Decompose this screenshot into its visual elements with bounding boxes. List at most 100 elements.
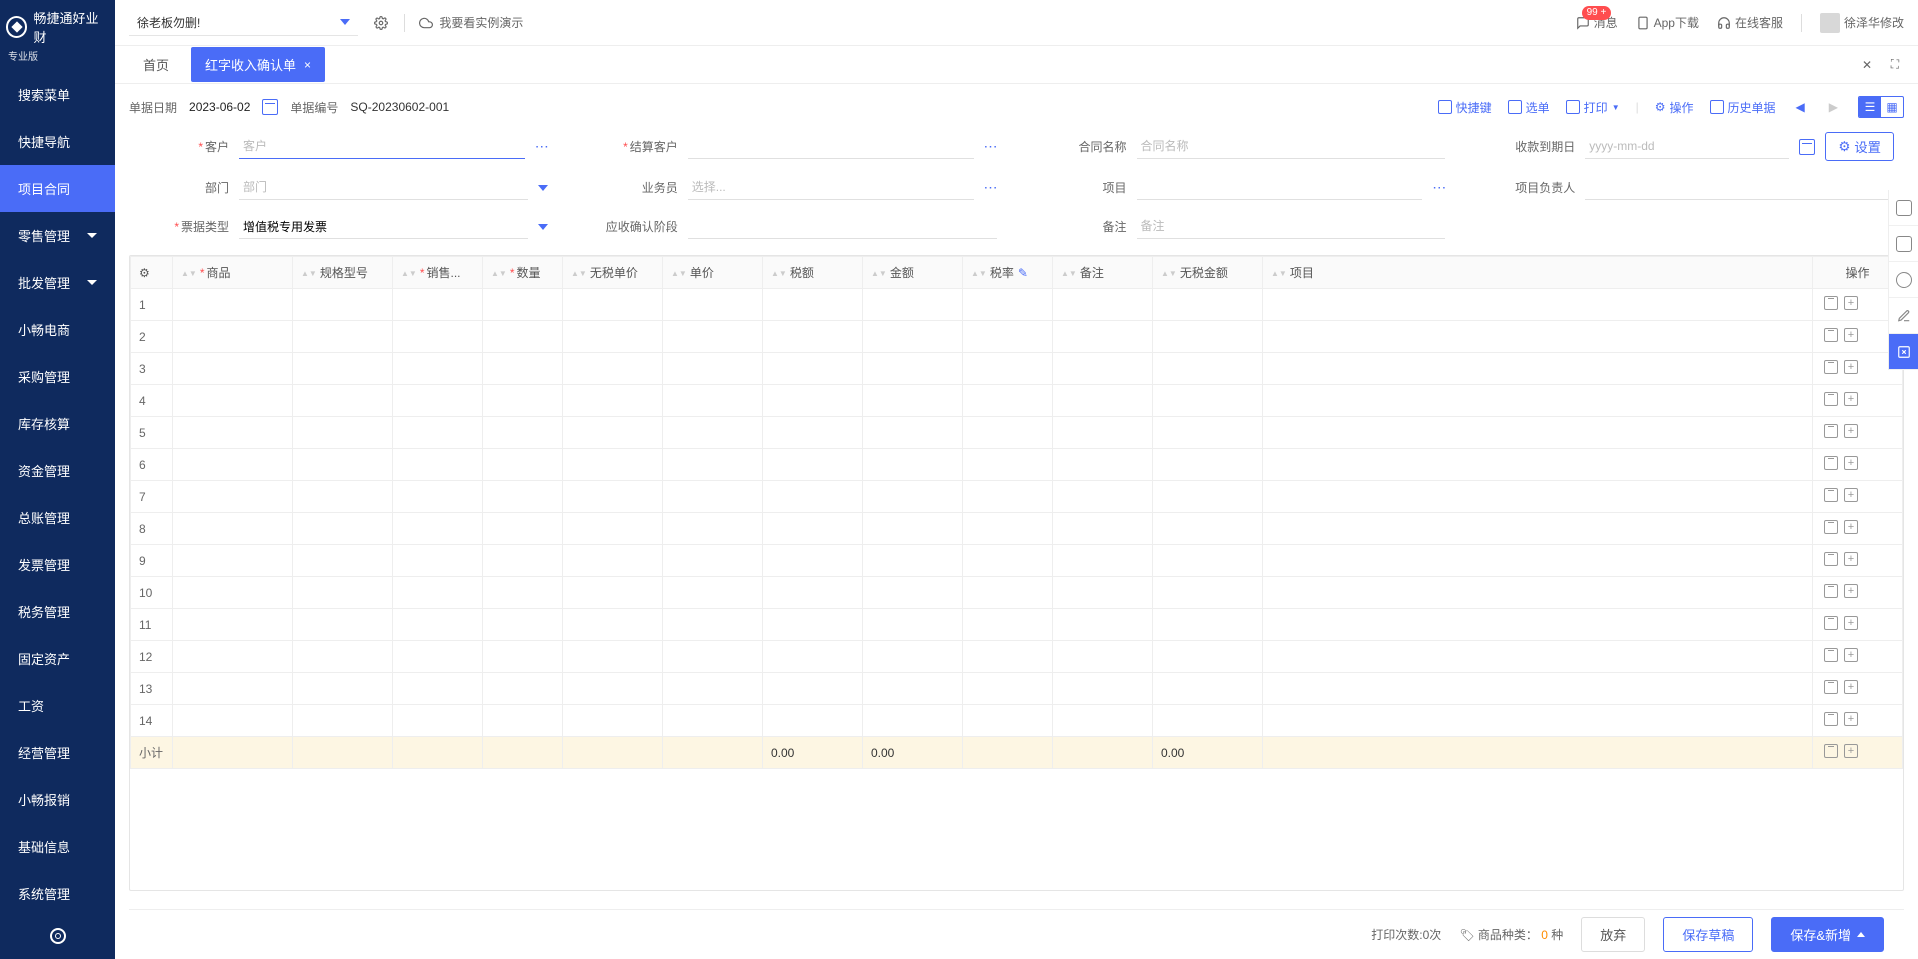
col-price[interactable]: ▲▼单价: [663, 257, 763, 289]
chevron-down-icon[interactable]: [538, 224, 548, 230]
lookup-icon[interactable]: ⋯: [535, 138, 548, 155]
delete-row-icon[interactable]: [1824, 360, 1838, 374]
delete-row-icon[interactable]: [1824, 424, 1838, 438]
sidebar-item[interactable]: 经营管理: [0, 729, 115, 776]
prev-doc-icon[interactable]: ◀: [1792, 100, 1809, 114]
add-row-icon[interactable]: [1844, 648, 1858, 662]
settle-customer-input[interactable]: [688, 134, 974, 159]
org-settings-icon[interactable]: [372, 14, 390, 32]
doc-date-value[interactable]: 2023-06-02: [189, 100, 250, 114]
col-spec[interactable]: ▲▼规格型号: [293, 257, 393, 289]
tab-red-income-confirm[interactable]: 红字收入确认单 ×: [191, 47, 325, 82]
due-date-input[interactable]: [1585, 134, 1789, 159]
tab-home[interactable]: 首页: [129, 47, 183, 82]
view-grid-icon[interactable]: ▦: [1881, 97, 1903, 117]
rail-icon-2[interactable]: [1889, 226, 1918, 262]
sidebar-item[interactable]: 固定资产: [0, 635, 115, 682]
table-row[interactable]: 9: [131, 545, 1903, 577]
delete-row-icon[interactable]: [1824, 520, 1838, 534]
delete-row-icon[interactable]: [1824, 392, 1838, 406]
project-input[interactable]: [1137, 175, 1423, 200]
rail-icon-4[interactable]: [1889, 298, 1918, 334]
remark-input[interactable]: [1137, 214, 1446, 239]
chevron-down-icon[interactable]: [538, 185, 548, 191]
delete-row-icon[interactable]: [1824, 456, 1838, 470]
add-row-icon[interactable]: [1844, 520, 1858, 534]
delete-row-icon[interactable]: [1824, 712, 1838, 726]
add-row-icon[interactable]: [1844, 584, 1858, 598]
demo-link[interactable]: 我要看实例演示: [419, 14, 523, 31]
col-amount[interactable]: ▲▼金额: [863, 257, 963, 289]
rail-icon-1[interactable]: [1889, 190, 1918, 226]
close-icon[interactable]: ×: [304, 58, 311, 72]
sidebar-item[interactable]: 批发管理: [0, 259, 115, 306]
sidebar-item[interactable]: 零售管理: [0, 212, 115, 259]
salesperson-input[interactable]: [688, 175, 974, 200]
delete-row-icon[interactable]: [1824, 328, 1838, 342]
add-row-icon[interactable]: [1844, 456, 1858, 470]
add-row-icon[interactable]: [1844, 616, 1858, 630]
sidebar-settings[interactable]: [0, 916, 115, 959]
delete-row-icon[interactable]: [1824, 648, 1838, 662]
edit-icon[interactable]: ✎: [1018, 266, 1028, 280]
table-row[interactable]: 14: [131, 705, 1903, 737]
app-download-button[interactable]: App下载: [1636, 14, 1699, 31]
project-owner-input[interactable]: [1585, 175, 1894, 200]
settings-button[interactable]: ⚙设置: [1825, 132, 1894, 161]
delete-row-icon[interactable]: [1824, 488, 1838, 502]
confirm-stage-input[interactable]: [688, 214, 997, 239]
sidebar-item[interactable]: 系统管理: [0, 870, 115, 916]
add-row-icon[interactable]: [1844, 360, 1858, 374]
add-row-icon[interactable]: [1844, 392, 1858, 406]
col-product[interactable]: ▲▼*商品: [173, 257, 293, 289]
next-doc-icon[interactable]: ▶: [1825, 100, 1842, 114]
calendar-icon[interactable]: [262, 99, 278, 115]
lookup-icon[interactable]: ⋯: [984, 138, 997, 155]
col-project[interactable]: ▲▼项目: [1263, 257, 1813, 289]
sidebar-item[interactable]: 资金管理: [0, 447, 115, 494]
add-row-icon[interactable]: [1844, 712, 1858, 726]
sidebar-item[interactable]: 搜索菜单: [0, 71, 115, 118]
table-row[interactable]: 8: [131, 513, 1903, 545]
table-settings-header[interactable]: ⚙: [131, 257, 173, 289]
col-sale[interactable]: ▲▼*销售...: [393, 257, 483, 289]
table-row[interactable]: 13: [131, 673, 1903, 705]
customer-input[interactable]: [239, 134, 525, 159]
delete-row-icon[interactable]: [1824, 296, 1838, 310]
sidebar-item[interactable]: 采购管理: [0, 353, 115, 400]
tool-select[interactable]: 选单: [1508, 99, 1550, 116]
table-row[interactable]: 7: [131, 481, 1903, 513]
tool-print[interactable]: 打印▼: [1566, 99, 1620, 116]
table-row[interactable]: 2: [131, 321, 1903, 353]
add-row-icon[interactable]: [1844, 424, 1858, 438]
lookup-icon[interactable]: ⋯: [1432, 179, 1445, 196]
save-draft-button[interactable]: 保存草稿: [1663, 917, 1753, 952]
sidebar-item[interactable]: 发票管理: [0, 541, 115, 588]
tool-shortcut[interactable]: 快捷键: [1438, 99, 1492, 116]
delete-row-icon[interactable]: [1824, 680, 1838, 694]
sidebar-item[interactable]: 工资: [0, 682, 115, 729]
sidebar-item[interactable]: 小畅报销: [0, 776, 115, 823]
col-qty[interactable]: ▲▼*数量: [483, 257, 563, 289]
table-row[interactable]: 11: [131, 609, 1903, 641]
table-row[interactable]: 3: [131, 353, 1903, 385]
tool-operate[interactable]: ⚙操作: [1655, 99, 1694, 116]
add-row-icon[interactable]: [1844, 552, 1858, 566]
delete-row-icon[interactable]: [1824, 616, 1838, 630]
add-row-icon[interactable]: [1844, 328, 1858, 342]
table-row[interactable]: 12: [131, 641, 1903, 673]
table-row[interactable]: 4: [131, 385, 1903, 417]
sidebar-item[interactable]: 快捷导航: [0, 118, 115, 165]
user-menu[interactable]: 徐泽华修改: [1820, 13, 1904, 33]
rail-icon-3[interactable]: [1889, 262, 1918, 298]
view-list-icon[interactable]: ☰: [1859, 97, 1881, 117]
table-row[interactable]: 6: [131, 449, 1903, 481]
calendar-icon[interactable]: [1799, 139, 1815, 155]
sidebar-item[interactable]: 库存核算: [0, 400, 115, 447]
add-row-icon[interactable]: [1844, 296, 1858, 310]
abandon-button[interactable]: 放弃: [1581, 917, 1645, 952]
sidebar-item[interactable]: 小畅电商: [0, 306, 115, 353]
col-amount-notax[interactable]: ▲▼无税金额: [1153, 257, 1263, 289]
add-row-icon[interactable]: [1844, 744, 1858, 758]
sidebar-item[interactable]: 基础信息: [0, 823, 115, 870]
